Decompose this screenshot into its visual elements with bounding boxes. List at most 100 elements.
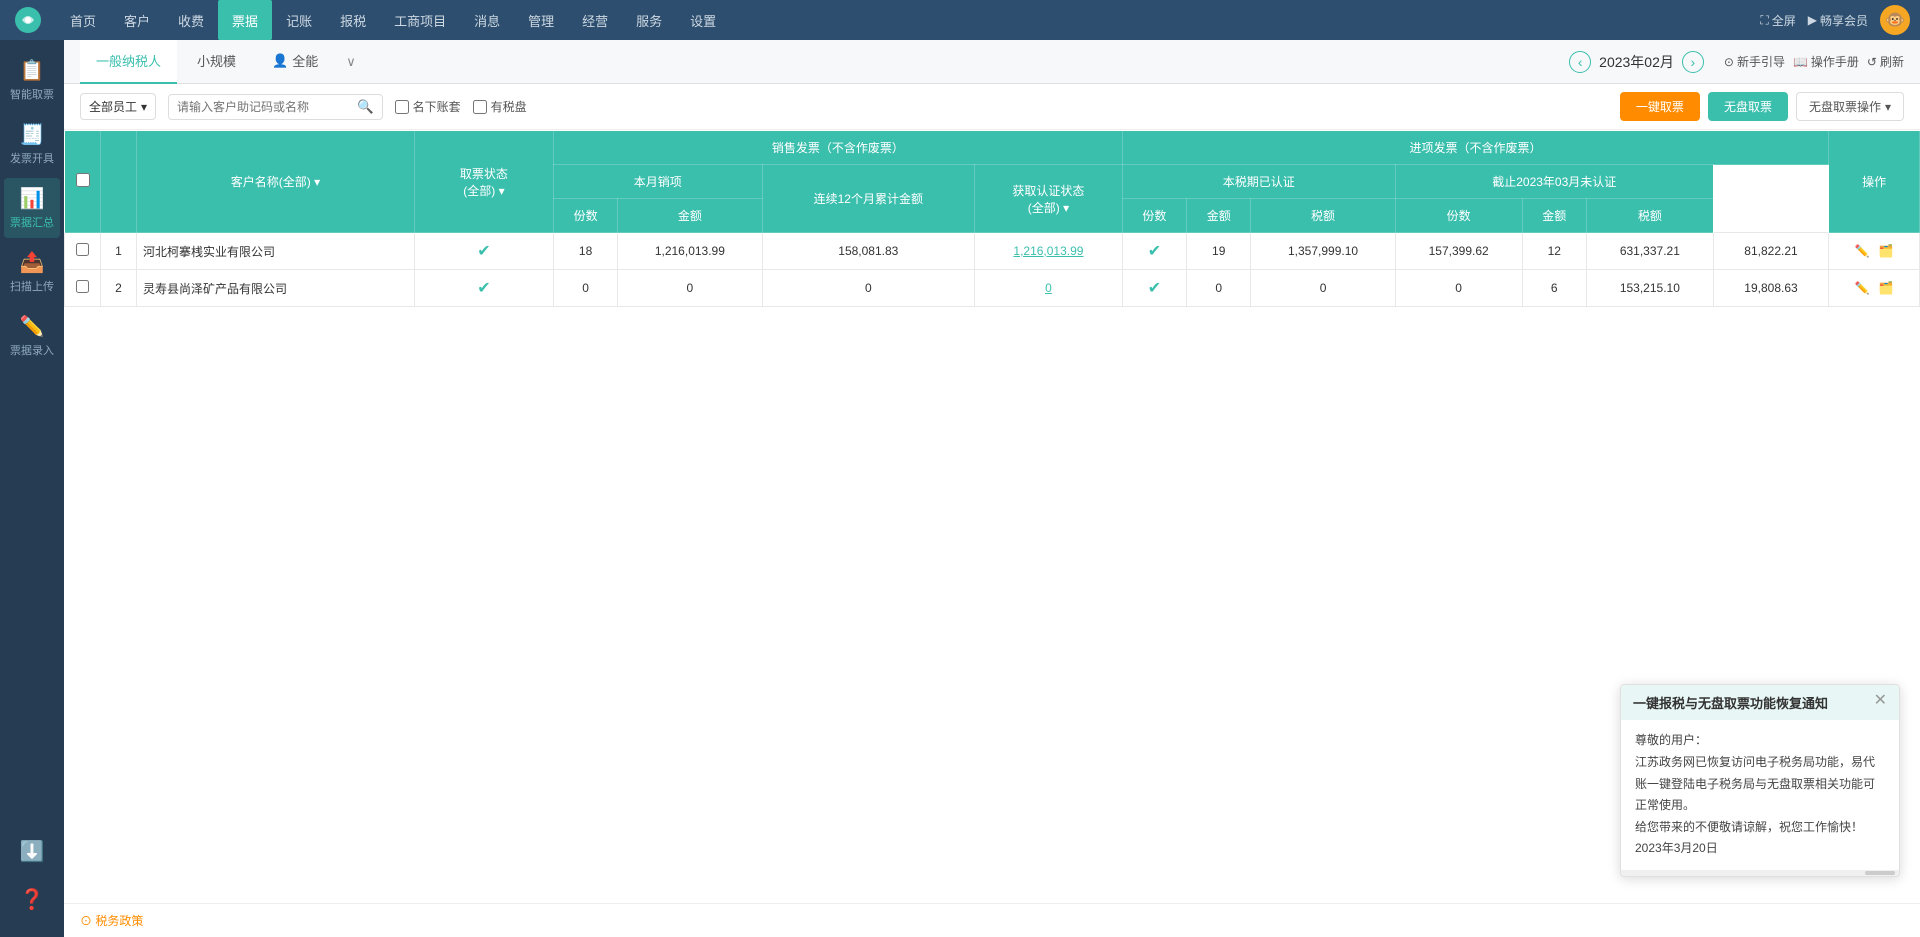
scroll-thumb <box>1865 871 1895 875</box>
search-box: 🔍 <box>168 94 383 120</box>
invoice-open-icon: 🧾 <box>20 122 45 147</box>
row2-cumulative[interactable]: 0 <box>975 270 1123 307</box>
nav-home[interactable]: 首页 <box>56 0 110 40</box>
customer-filter-icon[interactable]: ▾ <box>314 175 320 189</box>
app-logo <box>10 2 46 38</box>
row1-uncert-tax: 81,822.21 <box>1713 233 1828 270</box>
table-header-group-row: 客户名称(全部) ▾ 取票状态(全部) ▾ 销售发票（不含作废票） 进项发票（不… <box>65 131 1920 165</box>
row1-cumulative[interactable]: 1,216,013.99 <box>975 233 1123 270</box>
date-next-button[interactable]: › <box>1682 51 1704 73</box>
row2-cumulative-link[interactable]: 0 <box>1045 281 1052 295</box>
row1-actions: ✏️ 🗂️ <box>1829 233 1920 270</box>
nav-operation[interactable]: 经营 <box>568 0 622 40</box>
cert-status-filter-icon[interactable]: ▾ <box>1063 201 1069 215</box>
date-prev-button[interactable]: ‹ <box>1569 51 1591 73</box>
nav-fee[interactable]: 收费 <box>164 0 218 40</box>
row2-check-input[interactable] <box>76 280 89 293</box>
under-account-checkbox[interactable]: 名下账套 <box>395 98 461 115</box>
th-monthly-sales: 本月销项 <box>553 165 762 199</box>
table-body: 1 河北柯搴桟实业有限公司 ✔ 18 1,216,013.99 158,081.… <box>65 233 1920 307</box>
nav-business[interactable]: 工商项目 <box>380 0 460 40</box>
row2-status: ✔ <box>414 270 553 307</box>
sidebar-item-smart-ticket[interactable]: 📋 智能取票 <box>4 50 60 110</box>
row2-view-icon[interactable]: 🗂️ <box>1879 281 1894 295</box>
nav-invoice[interactable]: 票据 <box>218 0 272 40</box>
nav-message[interactable]: 消息 <box>460 0 514 40</box>
row1-sales-amount: 1,216,013.99 <box>618 233 762 270</box>
tab-all-capable[interactable]: 👤 全能 <box>256 40 334 84</box>
tab-more-button[interactable]: ∨ <box>338 40 364 84</box>
refresh-button[interactable]: ↺ 刷新 <box>1867 53 1904 70</box>
guide-icon: ⊙ <box>1724 55 1734 69</box>
no-disc-get-button[interactable]: 无盘取票 <box>1708 92 1788 121</box>
nav-customer[interactable]: 客户 <box>110 0 164 40</box>
filter-actions: 一键取票 无盘取票 无盘取票操作 ▾ <box>1620 92 1904 121</box>
under-account-label: 名下账套 <box>413 98 461 115</box>
has-tax-disk-input[interactable] <box>473 100 487 114</box>
sidebar-item-invoice-summary[interactable]: 📊 票据汇总 <box>4 178 60 238</box>
download-icon: ⬇️ <box>20 839 45 864</box>
tax-policy-link[interactable]: ⊙ 税务政策 <box>80 914 143 928</box>
has-tax-disk-label: 有税盘 <box>491 98 527 115</box>
employee-select-label: 全部员工 <box>89 98 137 115</box>
row1-view-icon[interactable]: 🗂️ <box>1879 244 1894 258</box>
sidebar-item-help[interactable]: ❓ <box>4 879 60 923</box>
row1-cert-status-icon: ✔ <box>1148 243 1161 260</box>
search-button[interactable]: 🔍 <box>349 95 382 119</box>
sidebar-item-smart-ticket-label: 智能取票 <box>10 86 54 102</box>
member-button[interactable]: ▶ 畅享会员 <box>1808 12 1868 29</box>
chevron-down-icon: ▾ <box>141 100 147 114</box>
invoice-entry-icon: ✏️ <box>20 314 45 339</box>
search-input[interactable] <box>169 96 349 118</box>
date-display: 2023年02月 <box>1599 52 1674 72</box>
nav-service[interactable]: 服务 <box>622 0 676 40</box>
user-avatar[interactable]: 🐵 <box>1880 5 1910 35</box>
row1-status-icon: ✔ <box>477 243 490 260</box>
no-disc-op-label: 无盘取票操作 <box>1809 98 1881 115</box>
sidebar-item-scan-upload[interactable]: 📤 扫描上传 <box>4 242 60 302</box>
tab-general-taxpayer[interactable]: 一般纳税人 <box>80 40 177 84</box>
th-cumulative-12m: 连续12个月累计金额 <box>762 165 975 233</box>
sidebar-item-download[interactable]: ⬇️ <box>4 831 60 875</box>
under-account-input[interactable] <box>395 100 409 114</box>
row1-cumulative-link[interactable]: 1,216,013.99 <box>1013 244 1083 258</box>
no-disc-operation-button[interactable]: 无盘取票操作 ▾ <box>1796 92 1904 121</box>
row1-edit-icon[interactable]: ✏️ <box>1854 244 1869 258</box>
has-tax-disk-checkbox[interactable]: 有税盘 <box>473 98 527 115</box>
tab-bar: 一般纳税人 小规模 👤 全能 ∨ ‹ 2023年02月 › ⊙ 新手引导 <box>64 40 1920 84</box>
tab-small-scale[interactable]: 小规模 <box>181 40 252 84</box>
sidebar-item-scan-upload-label: 扫描上传 <box>10 278 54 294</box>
nav-manage[interactable]: 管理 <box>514 0 568 40</box>
row2-sales-amount: 0 <box>618 270 762 307</box>
th-purchase-invoice-group: 进项发票（不含作废票） <box>1122 131 1828 165</box>
cert-status-label: 获取认证状态(全部) <box>1012 184 1084 215</box>
notification-close-button[interactable]: ✕ <box>1874 693 1887 709</box>
sidebar-item-invoice-open[interactable]: 🧾 发票开具 <box>4 114 60 174</box>
search-icon: 🔍 <box>357 99 374 115</box>
notification-popup: 一键报税与无盘取票功能恢复通知 ✕ 尊敬的用户： 江苏政务网已恢复访问电子税务局… <box>1620 684 1900 877</box>
row2-edit-icon[interactable]: ✏️ <box>1854 281 1869 295</box>
scan-upload-icon: 📤 <box>20 250 45 275</box>
th-certified-tax: 税额 <box>1251 199 1395 233</box>
row2-uncert-count: 6 <box>1522 270 1586 307</box>
row1-name: 河北柯搴桟实业有限公司 <box>137 233 415 270</box>
person-icon: 👤 <box>272 53 288 69</box>
refresh-icon: ↺ <box>1867 55 1877 69</box>
one-key-get-button[interactable]: 一键取票 <box>1620 92 1700 121</box>
nav-tax[interactable]: 报税 <box>326 0 380 40</box>
row1-cert-count: 19 <box>1187 233 1251 270</box>
nav-settings[interactable]: 设置 <box>676 0 730 40</box>
employee-select[interactable]: 全部员工 ▾ <box>80 93 156 120</box>
manual-button[interactable]: 📖 操作手册 <box>1793 53 1859 70</box>
new-guide-button[interactable]: ⊙ 新手引导 <box>1724 53 1785 70</box>
select-all-checkbox[interactable] <box>76 173 90 187</box>
sidebar-item-invoice-open-label: 发票开具 <box>10 150 54 166</box>
get-status-filter-icon[interactable]: ▾ <box>499 184 505 198</box>
sidebar-item-invoice-entry[interactable]: ✏️ 票据录入 <box>4 306 60 366</box>
fullscreen-button[interactable]: ⛶ 全屏 <box>1760 12 1795 29</box>
filter-bar: 全部员工 ▾ 🔍 名下账套 有税盘 一键取票 无盘取票 无 <box>64 84 1920 130</box>
nav-accounting[interactable]: 记账 <box>272 0 326 40</box>
row1-check-input[interactable] <box>76 243 89 256</box>
th-customer-name: 客户名称(全部) ▾ <box>137 131 415 233</box>
th-uncert-tax: 税额 <box>1586 199 1713 233</box>
